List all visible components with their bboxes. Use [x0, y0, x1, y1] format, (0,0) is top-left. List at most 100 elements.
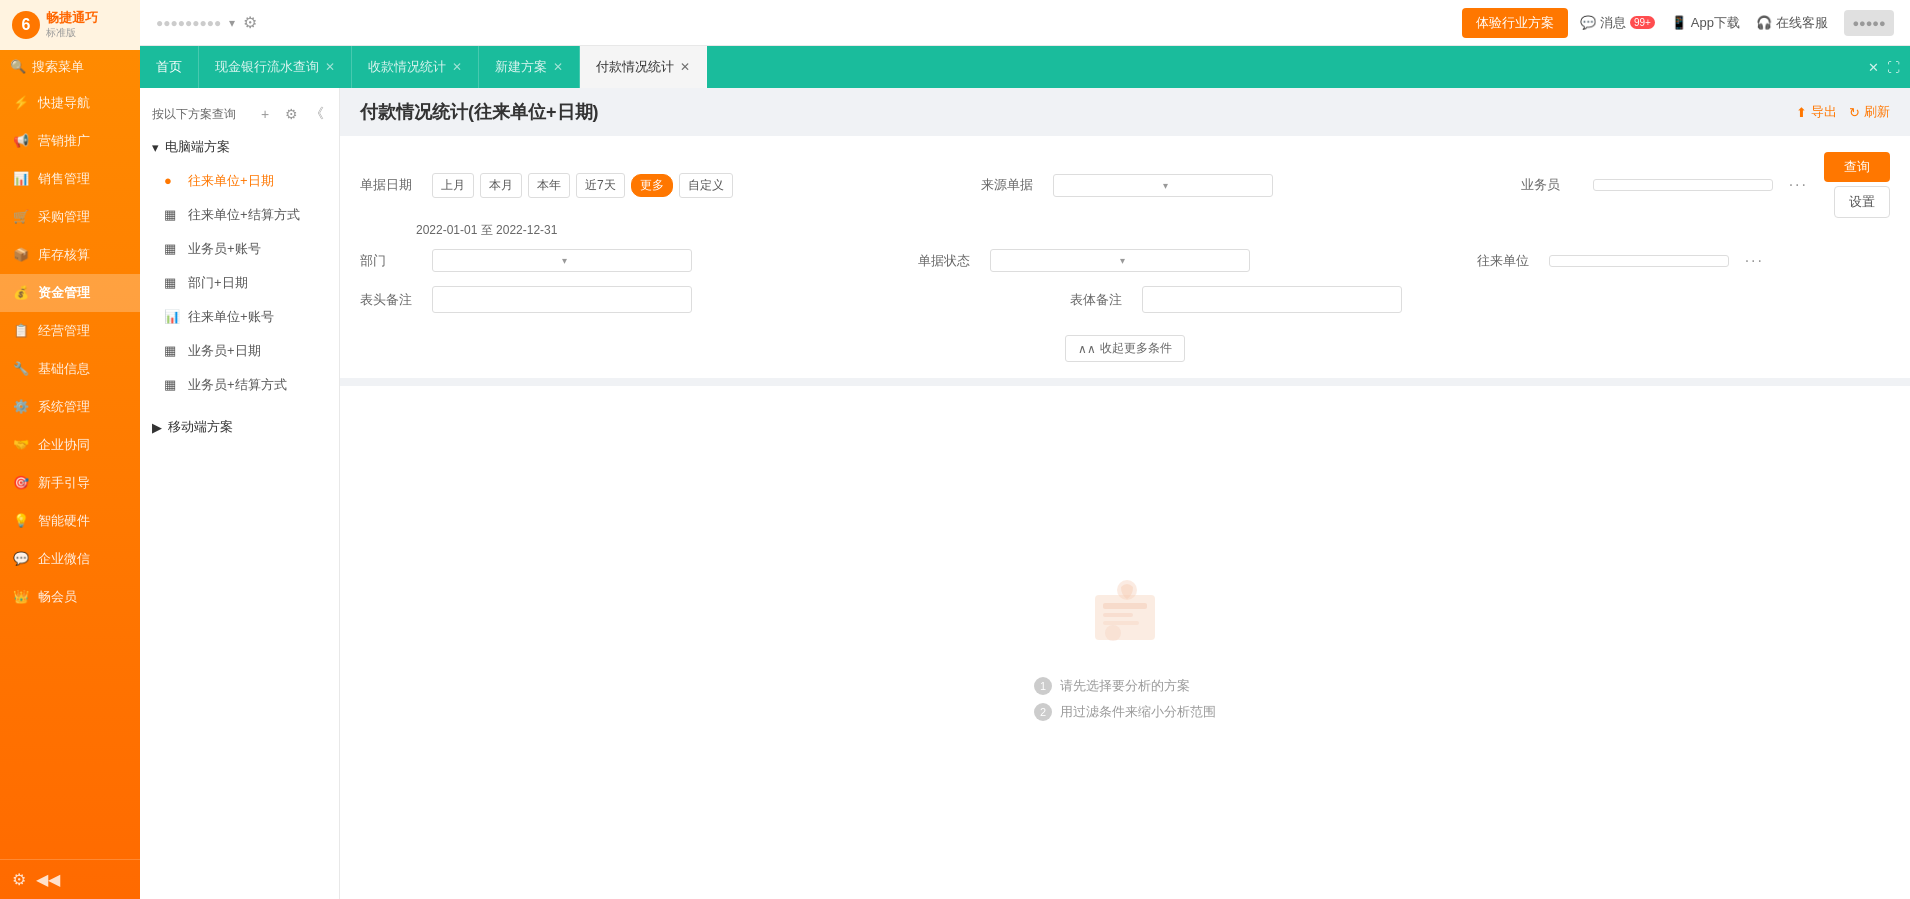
date-btn-7days[interactable]: 近7天 — [576, 173, 625, 198]
export-label: 导出 — [1811, 103, 1837, 121]
tab-new-plan-close[interactable]: ✕ — [553, 60, 563, 74]
sidebar-item-marketing[interactable]: 📢 营销推广 — [0, 122, 140, 160]
sidebar-item-hardware[interactable]: 💡 智能硬件 — [0, 502, 140, 540]
left-panel-header-actions: + ⚙ 《 — [255, 104, 327, 124]
desktop-schemes-title[interactable]: ▾ 电脑端方案 — [140, 130, 339, 164]
header-note-input[interactable] — [432, 286, 692, 313]
date-btn-last-month[interactable]: 上月 — [432, 173, 474, 198]
scheme-partner-account[interactable]: 📊 往来单位+账号 — [140, 300, 339, 334]
query-btn[interactable]: 查询 — [1824, 152, 1890, 182]
scheme-salesman-settle[interactable]: ▦ 业务员+结算方式 — [140, 368, 339, 402]
tab-receivable[interactable]: 收款情况统计 ✕ — [352, 46, 479, 88]
dept-label: 部门 — [360, 252, 416, 270]
export-btn[interactable]: ⬆ 导出 — [1796, 103, 1837, 121]
date-label: 单据日期 — [360, 176, 416, 194]
sidebar-item-cooperation[interactable]: 🤝 企业协同 — [0, 426, 140, 464]
online-service-item[interactable]: 🎧 在线客服 — [1756, 14, 1828, 32]
avatar-text: ●●●●● — [1852, 17, 1885, 29]
sidebar-settings-icon[interactable]: ⚙ — [12, 870, 26, 889]
scheme-active-icon: ● — [164, 173, 180, 189]
search-icon: 🔍 — [10, 59, 26, 74]
scheme-salesman-account-label: 业务员+账号 — [188, 240, 261, 258]
date-btn-this-year[interactable]: 本年 — [528, 173, 570, 198]
marketing-icon: 📢 — [12, 132, 30, 150]
salesman-more-btn[interactable]: ··· — [1789, 176, 1808, 194]
tab-home[interactable]: 首页 — [140, 46, 199, 88]
topbar-right: 💬 消息 99+ 📱 App下载 🎧 在线客服 ●●●●● — [1580, 10, 1894, 36]
tab-receivable-close[interactable]: ✕ — [452, 60, 462, 74]
dept-select[interactable]: ▾ — [432, 249, 692, 272]
sidebar-item-label: 资金管理 — [38, 284, 90, 302]
hardware-icon: 💡 — [12, 512, 30, 530]
sidebar-item-purchase[interactable]: 🛒 采购管理 — [0, 198, 140, 236]
add-scheme-btn[interactable]: + — [255, 104, 275, 124]
sidebar-item-label: 快捷导航 — [38, 94, 90, 112]
search-menu[interactable]: 🔍 搜索菜单 — [0, 50, 140, 84]
body-note-input[interactable] — [1142, 286, 1402, 313]
scheme-dept-date-label: 部门+日期 — [188, 274, 248, 292]
date-btn-more[interactable]: 更多 — [631, 174, 673, 197]
sidebar-item-label: 营销推广 — [38, 132, 90, 150]
sidebar-item-inventory[interactable]: 📦 库存核算 — [0, 236, 140, 274]
sidebar-item-basic[interactable]: 🔧 基础信息 — [0, 350, 140, 388]
tab-expand-icon[interactable]: ⛶ — [1887, 60, 1900, 75]
left-panel: 按以下方案查询 + ⚙ 《 ▾ 电脑端方案 ● 往来单位+日期 ▦ 往来单位+结… — [140, 88, 340, 899]
scheme-table-icon3: ▦ — [164, 275, 180, 291]
sidebar-collapse-icon[interactable]: ◀◀ — [36, 870, 60, 889]
sales-icon: 📊 — [12, 170, 30, 188]
sidebar-item-member[interactable]: 👑 畅会员 — [0, 578, 140, 616]
page-header: 付款情况统计(往来单位+日期) ⬆ 导出 ↻ 刷新 — [340, 88, 1910, 136]
tab-payment-stat-close[interactable]: ✕ — [680, 60, 690, 74]
sidebar-item-wechat[interactable]: 💬 企业微信 — [0, 540, 140, 578]
sidebar-item-sales[interactable]: 📊 销售管理 — [0, 160, 140, 198]
salesman-select[interactable] — [1593, 179, 1773, 191]
tab-payment-stat[interactable]: 付款情况统计 ✕ — [580, 46, 707, 88]
user-avatar[interactable]: ●●●●● — [1844, 10, 1894, 36]
date-btn-group: 上月 本月 本年 近7天 更多 自定义 — [432, 173, 733, 198]
refresh-btn[interactable]: ↻ 刷新 — [1849, 103, 1890, 121]
scheme-partner-settle[interactable]: ▦ 往来单位+结算方式 — [140, 198, 339, 232]
tip-num-2: 2 — [1034, 703, 1052, 721]
sidebar-item-label: 采购管理 — [38, 208, 90, 226]
partner-more-btn[interactable]: ··· — [1745, 252, 1764, 270]
topbar-dropdown-icon[interactable]: ▾ — [229, 16, 235, 30]
app-download-item[interactable]: 📱 App下载 — [1671, 14, 1740, 32]
sidebar-nav: ⚡ 快捷导航 📢 营销推广 📊 销售管理 🛒 采购管理 📦 库存核算 💰 资金管… — [0, 84, 140, 859]
doc-status-select[interactable]: ▾ — [990, 249, 1250, 272]
panel-collapse-btn[interactable]: 《 — [307, 104, 327, 124]
salesman-label: 业务员 — [1521, 176, 1577, 194]
export-icon: ⬆ — [1796, 105, 1807, 120]
scheme-partner-settle-label: 往来单位+结算方式 — [188, 206, 300, 224]
purchase-icon: 🛒 — [12, 208, 30, 226]
scheme-settings-btn[interactable]: ⚙ — [281, 104, 301, 124]
tab-close-all-icon[interactable]: ✕ — [1868, 60, 1879, 75]
sidebar-item-guide[interactable]: 🎯 新手引导 — [0, 464, 140, 502]
date-btn-custom[interactable]: 自定义 — [679, 173, 733, 198]
trial-btn[interactable]: 体验行业方案 — [1462, 8, 1568, 38]
date-btn-this-month[interactable]: 本月 — [480, 173, 522, 198]
scheme-partner-date[interactable]: ● 往来单位+日期 — [140, 164, 339, 198]
scheme-salesman-date[interactable]: ▦ 业务员+日期 — [140, 334, 339, 368]
tab-bank-flow-close[interactable]: ✕ — [325, 60, 335, 74]
chevron-right-icon: ▶ — [152, 420, 162, 435]
sidebar-item-operation[interactable]: 📋 经营管理 — [0, 312, 140, 350]
sidebar-item-quick-nav[interactable]: ⚡ 快捷导航 — [0, 84, 140, 122]
scheme-dept-date[interactable]: ▦ 部门+日期 — [140, 266, 339, 300]
chevron-down-icon: ▾ — [152, 140, 159, 155]
source-label: 来源单据 — [981, 176, 1037, 194]
source-select[interactable]: ▾ — [1053, 174, 1273, 197]
scheme-salesman-account[interactable]: ▦ 业务员+账号 — [140, 232, 339, 266]
svg-rect-1 — [1103, 603, 1147, 609]
tab-bank-flow[interactable]: 现金银行流水查询 ✕ — [199, 46, 352, 88]
collapse-more-btn[interactable]: ∧∧ 收起更多条件 — [1065, 335, 1185, 362]
sidebar-item-system[interactable]: ⚙️ 系统管理 — [0, 388, 140, 426]
notification-item[interactable]: 💬 消息 99+ — [1580, 14, 1655, 32]
filter-settings-btn[interactable]: 设置 — [1834, 186, 1890, 218]
partner-select[interactable] — [1549, 255, 1729, 267]
mobile-schemes-title[interactable]: ▶ 移动端方案 — [140, 410, 339, 444]
sidebar-item-finance[interactable]: 💰 资金管理 — [0, 274, 140, 312]
scheme-table-icon: ▦ — [164, 207, 180, 223]
tab-new-plan[interactable]: 新建方案 ✕ — [479, 46, 580, 88]
topbar-settings-icon[interactable]: ⚙ — [243, 13, 257, 32]
logo-sub: 标准版 — [46, 26, 98, 40]
